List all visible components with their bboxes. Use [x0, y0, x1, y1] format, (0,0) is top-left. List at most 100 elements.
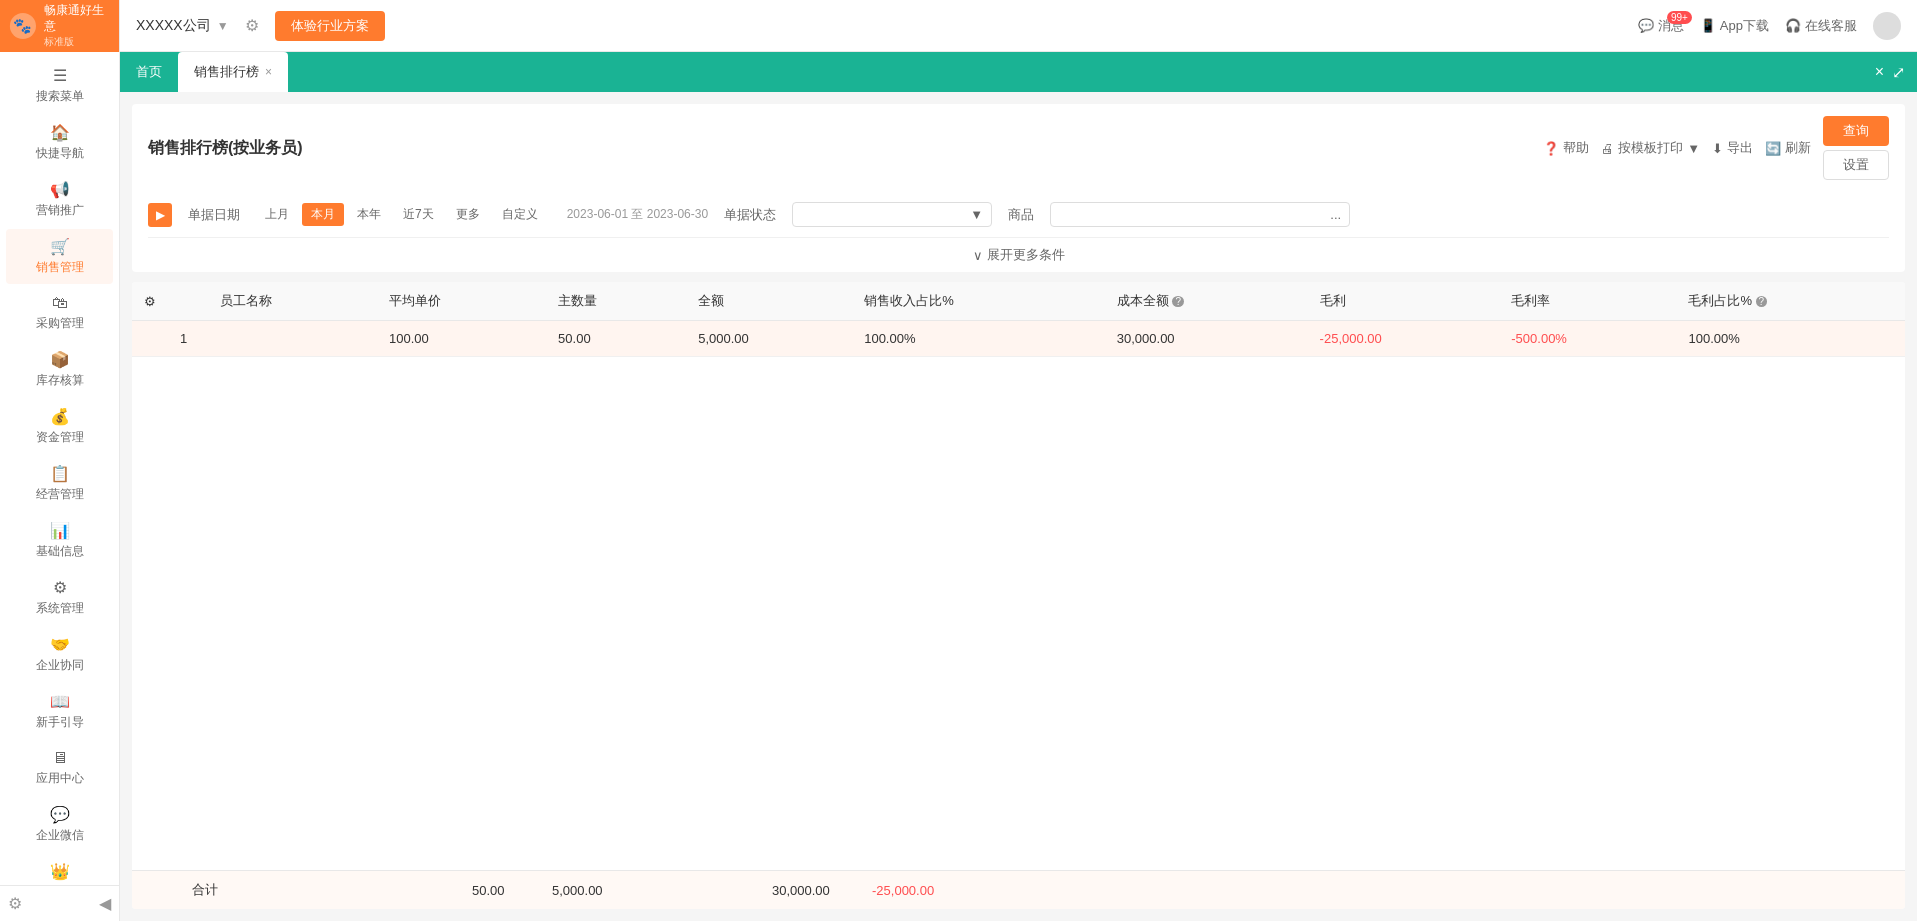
date-range: 2023-06-01 至 2023-06-30	[567, 206, 708, 223]
content: 销售排行榜(按业务员) ❓ 帮助 🖨 按模板打印 ▼ ⬇	[120, 92, 1917, 921]
filter-bar: ▶ 单据日期 上月 本月 本年 近7天 更多 自定义 2023-06-01 至 …	[148, 192, 1889, 237]
search-order-icon: ☰	[53, 66, 67, 85]
status-select[interactable]: ▼	[792, 202, 992, 227]
avatar[interactable]	[1873, 12, 1901, 40]
sidebar-item-purchase-label: 采购管理	[36, 315, 84, 332]
sidebar-item-sales[interactable]: 🛒 销售管理	[6, 229, 113, 284]
sidebar-item-beginner[interactable]: 📖 新手引导	[6, 684, 113, 739]
date-label: 单据日期	[188, 206, 240, 224]
query-button[interactable]: 查询	[1823, 116, 1889, 146]
table-footer: 合计 50.00 5,000.00 30,000.00 -25,000.00	[132, 870, 1905, 909]
row-avg-price: 100.00	[377, 321, 546, 357]
sidebar-item-marketing[interactable]: 📢 营销推广	[6, 172, 113, 227]
app-download-icon: 📱	[1700, 18, 1716, 33]
topbar: XXXXX公司 ▼ ⚙ 体验行业方案 💬 消息 99+ 📱 App下载 🎧 在线…	[120, 0, 1917, 52]
footer-amount: 5,000.00	[540, 883, 640, 898]
topbar-settings-icon[interactable]: ⚙	[245, 16, 259, 35]
page-actions: ❓ 帮助 🖨 按模板打印 ▼ ⬇ 导出 🔄	[1543, 139, 1811, 157]
col-avg-price: 平均单价	[377, 282, 546, 321]
date-btn-this-month[interactable]: 本月	[302, 203, 344, 226]
topbar-right: 💬 消息 99+ 📱 App下载 🎧 在线客服	[1638, 12, 1901, 40]
date-btn-7days[interactable]: 近7天	[394, 203, 443, 226]
sidebar-settings-icon[interactable]: ⚙	[8, 894, 22, 913]
sidebar-item-system-label: 系统管理	[36, 600, 84, 617]
finance-icon: 💰	[50, 407, 70, 426]
sidebar-item-operations-label: 经营管理	[36, 486, 84, 503]
refresh-action[interactable]: 🔄 刷新	[1765, 139, 1811, 157]
table-row: 1 100.00 50.00 5,000.00 100.00% 30,000.0…	[132, 321, 1905, 357]
col-gross-margin: 毛利率	[1499, 282, 1676, 321]
date-btn-more[interactable]: 更多	[447, 203, 489, 226]
basic-info-icon: 📊	[50, 521, 70, 540]
footer-label: 合计	[180, 881, 260, 899]
sidebar-item-quick-nav[interactable]: 🏠 快捷导航	[6, 115, 113, 170]
table-empty-space	[132, 357, 1905, 870]
cost-info-icon[interactable]: ?	[1172, 296, 1184, 307]
settings-button[interactable]: 设置	[1823, 150, 1889, 180]
sidebar-item-sales-label: 销售管理	[36, 259, 84, 276]
sidebar-item-finance[interactable]: 💰 资金管理	[6, 399, 113, 454]
sidebar-item-operations[interactable]: 📋 经营管理	[6, 456, 113, 511]
col-rank	[168, 282, 208, 321]
quick-nav-icon: 🏠	[50, 123, 70, 142]
sidebar-item-basic-info[interactable]: 📊 基础信息	[6, 513, 113, 568]
col-settings[interactable]: ⚙	[132, 282, 168, 321]
sidebar-item-beginner-label: 新手引导	[36, 714, 84, 731]
gross-pct-info-icon[interactable]: ?	[1756, 296, 1768, 307]
row-amount: 5,000.00	[686, 321, 852, 357]
date-btn-custom[interactable]: 自定义	[493, 203, 547, 226]
template-print-action[interactable]: 🖨 按模板打印 ▼	[1601, 139, 1700, 157]
trial-button[interactable]: 体验行业方案	[275, 11, 385, 41]
footer-main-qty: 50.00	[460, 883, 540, 898]
app-download-item[interactable]: 📱 App下载	[1700, 17, 1769, 35]
filter-toggle[interactable]: ▶	[148, 203, 172, 227]
beginner-icon: 📖	[50, 692, 70, 711]
tab-home[interactable]: 首页	[120, 52, 178, 92]
window-expand-icon[interactable]: ⤢	[1892, 63, 1905, 82]
date-options: 上月 本月 本年 近7天 更多 自定义	[256, 203, 547, 226]
sidebar-collapse-icon[interactable]: ◀	[99, 894, 111, 913]
row-settings	[132, 321, 168, 357]
tab-sales-ranking[interactable]: 销售排行榜 ×	[178, 52, 288, 92]
sidebar-item-member[interactable]: 👑 畅会员	[6, 854, 113, 885]
sidebar-item-purchase[interactable]: 🛍 采购管理	[6, 286, 113, 340]
refresh-label: 刷新	[1785, 139, 1811, 157]
footer-cost: 30,000.00	[760, 883, 860, 898]
status-arrow-icon: ▼	[970, 207, 983, 222]
refresh-icon: 🔄	[1765, 141, 1781, 156]
online-service-label: 在线客服	[1805, 17, 1857, 35]
sidebar-item-enterprise-coop[interactable]: 🤝 企业协同	[6, 627, 113, 682]
template-print-label: 按模板打印	[1618, 139, 1683, 157]
col-gross-profit: 毛利	[1308, 282, 1500, 321]
print-arrow-icon: ▼	[1687, 141, 1700, 156]
sidebar-item-search-order[interactable]: ☰ 搜索菜单	[6, 58, 113, 113]
tab-home-label: 首页	[136, 63, 162, 81]
sidebar-item-wechat[interactable]: 💬 企业微信	[6, 797, 113, 852]
sidebar-item-inventory[interactable]: 📦 库存核算	[6, 342, 113, 397]
message-item[interactable]: 💬 消息 99+	[1638, 17, 1684, 35]
page-header: 销售排行榜(按业务员) ❓ 帮助 🖨 按模板打印 ▼ ⬇	[132, 104, 1905, 272]
col-gross-pct: 毛利占比% ?	[1676, 282, 1905, 321]
window-close-icon[interactable]: ×	[1875, 63, 1884, 81]
company-arrow-icon: ▼	[217, 19, 229, 33]
help-action[interactable]: ❓ 帮助	[1543, 139, 1589, 157]
data-table: ⚙ 员工名称 平均单价 主数量 全额 销售收入占比% 成本全额 ? 毛利 毛利率…	[132, 282, 1905, 357]
logo-title: 畅康通好生意	[44, 3, 111, 34]
tab-close-icon[interactable]: ×	[265, 65, 272, 79]
row-name	[208, 321, 377, 357]
sidebar-item-marketing-label: 营销推广	[36, 202, 84, 219]
date-btn-this-year[interactable]: 本年	[348, 203, 390, 226]
export-action[interactable]: ⬇ 导出	[1712, 139, 1753, 157]
col-amount: 全额	[686, 282, 852, 321]
goods-select[interactable]: ...	[1050, 202, 1350, 227]
company-selector[interactable]: XXXXX公司 ▼	[136, 17, 229, 35]
sidebar-item-inventory-label: 库存核算	[36, 372, 84, 389]
expand-bar[interactable]: ∨ 展开更多条件	[148, 237, 1889, 272]
sidebar-item-app-center[interactable]: 🖥 应用中心	[6, 741, 113, 795]
online-service-item[interactable]: 🎧 在线客服	[1785, 17, 1857, 35]
operations-icon: 📋	[50, 464, 70, 483]
row-gross-pct: 100.00%	[1676, 321, 1905, 357]
sidebar-item-system[interactable]: ⚙ 系统管理	[6, 570, 113, 625]
date-btn-last-month[interactable]: 上月	[256, 203, 298, 226]
marketing-icon: 📢	[50, 180, 70, 199]
